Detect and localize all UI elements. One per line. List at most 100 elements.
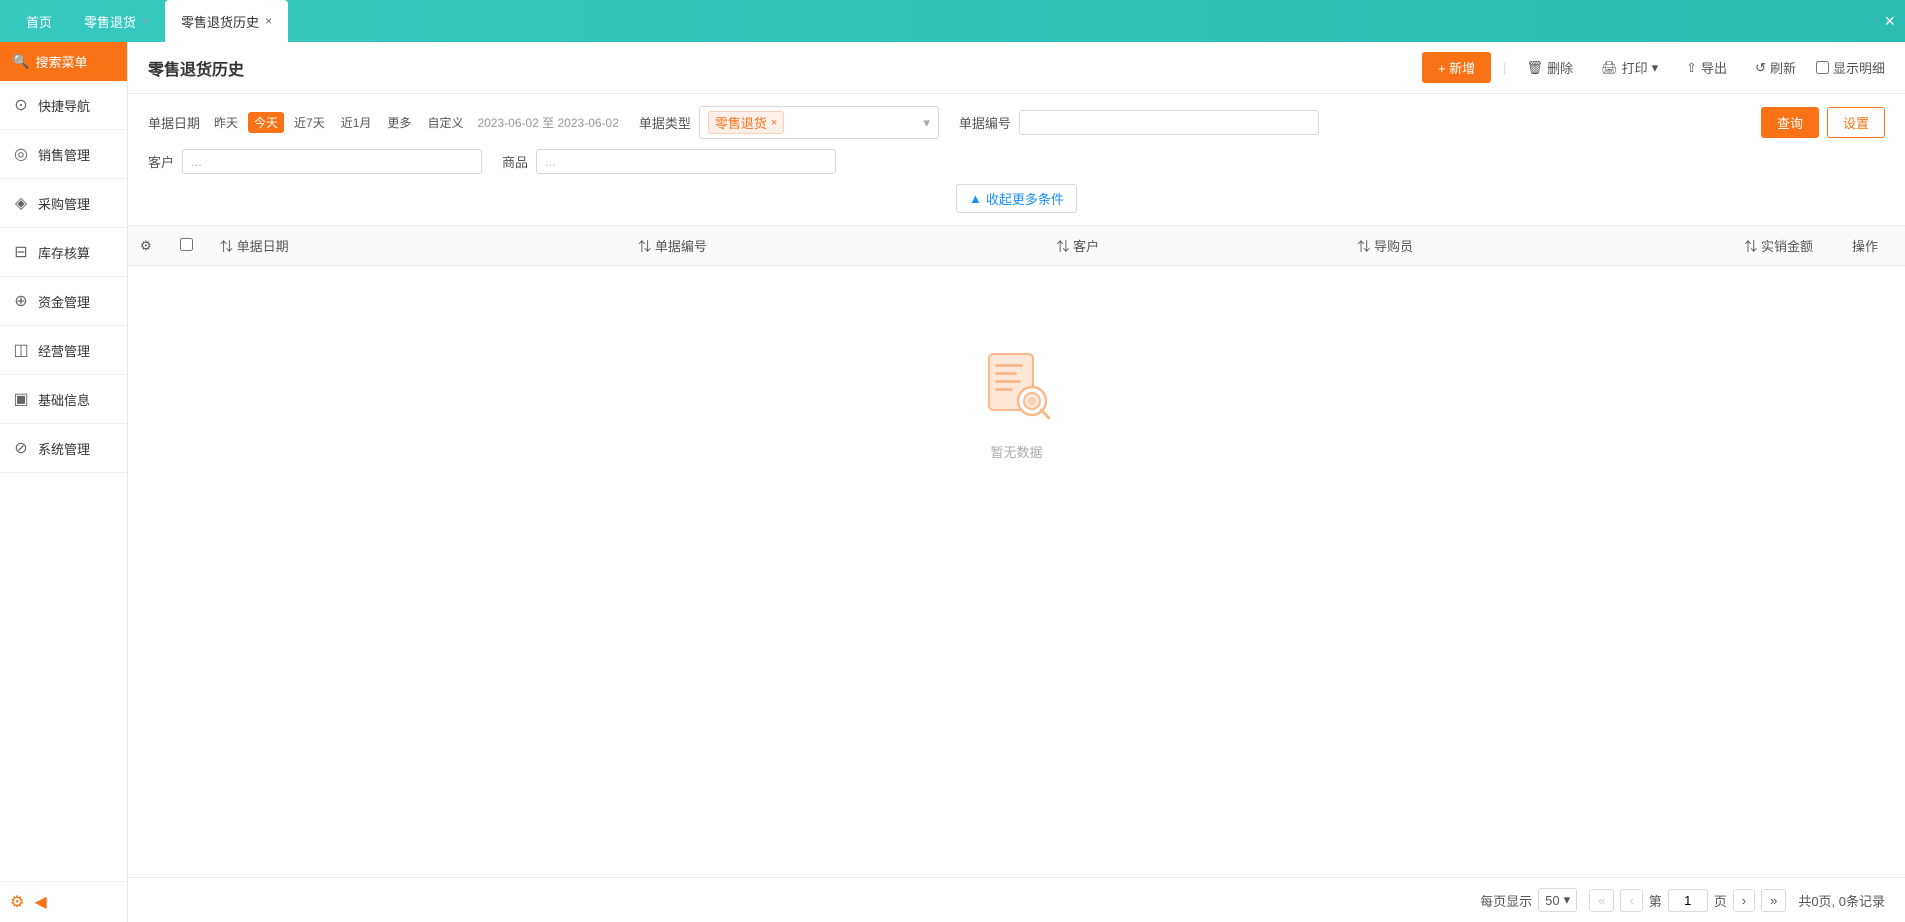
print-button[interactable]: 🖨 打印 ▾ bbox=[1593, 54, 1666, 81]
th-settings[interactable]: ⚙ bbox=[128, 226, 168, 266]
date-opt-more[interactable]: 更多 bbox=[381, 112, 417, 133]
per-page-value: 50 bbox=[1545, 893, 1559, 908]
print-icon: 🖨 bbox=[1601, 60, 1618, 76]
main-layout: 🔍 搜索菜单 ⊙ 快捷导航 ◎ 销售管理 ◈ 采购管理 ⊟ 库存核算 ⊕ 资金管… bbox=[0, 42, 1905, 922]
empty-icon bbox=[977, 346, 1057, 426]
inventory-icon: ⊟ bbox=[12, 242, 30, 262]
sidebar-item-sys-mgmt[interactable]: ⊘ 系统管理 bbox=[0, 424, 127, 473]
sidebar-item-purchase-mgmt-label: 采购管理 bbox=[38, 194, 90, 213]
per-page-label: 每页显示 bbox=[1480, 891, 1532, 910]
th-checkbox[interactable] bbox=[168, 226, 208, 266]
th-customer-label: ⇅ 客户 bbox=[1057, 239, 1100, 254]
pagination-bar: 每页显示 50 ▾ « ‹ 第 页 › » 共0页, 0条记录 bbox=[128, 877, 1905, 922]
sidebar-item-quick-nav[interactable]: ⊙ 快捷导航 bbox=[0, 81, 127, 130]
sidebar-item-quick-nav-label: 快捷导航 bbox=[38, 96, 90, 115]
sidebar-toggle-button[interactable]: ◀ bbox=[34, 892, 46, 912]
filter-row-2: 客户 商品 bbox=[148, 149, 1885, 174]
show-detail-checkbox-label[interactable]: 显示明细 bbox=[1816, 58, 1885, 77]
sidebar-item-sales-mgmt[interactable]: ◎ 销售管理 bbox=[0, 130, 127, 179]
sidebar-item-finance-mgmt-label: 资金管理 bbox=[38, 292, 90, 311]
sidebar-search[interactable]: 🔍 搜索菜单 bbox=[0, 42, 127, 81]
show-detail-checkbox[interactable] bbox=[1816, 61, 1829, 74]
page-number-input[interactable] bbox=[1668, 889, 1708, 912]
sidebar-item-sales-mgmt-label: 销售管理 bbox=[38, 145, 90, 164]
delete-button[interactable]: 🗑 删除 bbox=[1519, 54, 1582, 81]
select-all-checkbox[interactable] bbox=[180, 238, 193, 251]
print-chevron-icon: ▾ bbox=[1652, 60, 1659, 76]
goods-filter: 商品 bbox=[502, 149, 836, 174]
page-last-button[interactable]: » bbox=[1761, 889, 1786, 912]
date-filter: 单据日期 昨天 今天 近7天 近1月 更多 自定义 2023-06-02 至 2… bbox=[148, 112, 619, 133]
sidebar: 🔍 搜索菜单 ⊙ 快捷导航 ◎ 销售管理 ◈ 采购管理 ⊟ 库存核算 ⊕ 资金管… bbox=[0, 42, 128, 922]
customer-filter: 客户 bbox=[148, 149, 482, 174]
new-button[interactable]: + 新增 bbox=[1422, 52, 1491, 83]
customer-filter-label: 客户 bbox=[148, 152, 174, 171]
filter-area: 单据日期 昨天 今天 近7天 近1月 更多 自定义 2023-06-02 至 2… bbox=[128, 94, 1905, 226]
basic-icon: ▣ bbox=[12, 389, 30, 409]
collapse-label: 收起更多条件 bbox=[986, 189, 1064, 208]
th-doc-no-label: ⇅ 单据编号 bbox=[638, 239, 707, 254]
export-button[interactable]: ⇧ 导出 bbox=[1678, 54, 1735, 81]
date-range-value: 2023-06-02 至 2023-06-02 bbox=[477, 114, 618, 131]
doc-type-tag-remove[interactable]: × bbox=[771, 117, 777, 129]
date-opt-custom[interactable]: 自定义 bbox=[421, 112, 469, 133]
data-table: ⚙ ⇅ 单据日期 ⇅ 单据编号 ⇅ 客户 bbox=[128, 226, 1905, 541]
sidebar-item-basic-info[interactable]: ▣ 基础信息 bbox=[0, 375, 127, 424]
th-action-label: 操作 bbox=[1852, 239, 1878, 254]
window-close-button[interactable]: × bbox=[1884, 11, 1895, 32]
tab-return-label: 零售退货 bbox=[84, 12, 136, 31]
tab-return-history-close[interactable]: × bbox=[265, 14, 272, 28]
collapse-icon: ▲ bbox=[969, 191, 982, 206]
date-opt-yesterday[interactable]: 昨天 bbox=[208, 112, 244, 133]
collapse-filter-button[interactable]: ▲ 收起更多条件 bbox=[956, 184, 1077, 213]
sidebar-item-ops-mgmt[interactable]: ◫ 经营管理 bbox=[0, 326, 127, 375]
tab-return[interactable]: 零售退货 × bbox=[68, 0, 165, 42]
sidebar-item-finance-mgmt[interactable]: ⊕ 资金管理 bbox=[0, 277, 127, 326]
sidebar-settings-button[interactable]: ⚙ bbox=[10, 892, 24, 912]
empty-text: 暂无数据 bbox=[990, 442, 1042, 461]
content-area: 零售退货历史 + 新增 | 🗑 删除 🖨 打印 ▾ ⇧ 导出 ↺ bbox=[128, 42, 1905, 922]
th-guide[interactable]: ⇅ 导购员 bbox=[1345, 226, 1705, 266]
sidebar-bottom: ⚙ ◀ bbox=[0, 881, 127, 922]
show-detail-label: 显示明细 bbox=[1833, 58, 1885, 77]
page-prev-button[interactable]: ‹ bbox=[1620, 889, 1642, 912]
goods-input[interactable] bbox=[536, 149, 836, 174]
page-first-button[interactable]: « bbox=[1589, 889, 1614, 912]
doc-type-label: 单据类型 bbox=[639, 113, 691, 132]
refresh-label: 刷新 bbox=[1770, 58, 1796, 77]
sidebar-item-inventory[interactable]: ⊟ 库存核算 bbox=[0, 228, 127, 277]
sidebar-item-basic-info-label: 基础信息 bbox=[38, 390, 90, 409]
sales-icon: ◎ bbox=[12, 144, 30, 164]
query-button[interactable]: 查询 bbox=[1761, 107, 1819, 138]
th-amount[interactable]: ⇅ 实销金额 bbox=[1705, 226, 1825, 266]
tab-home[interactable]: 首页 bbox=[10, 0, 68, 42]
date-opt-today[interactable]: 今天 bbox=[248, 112, 284, 133]
doc-type-tag-value: 零售退货 bbox=[715, 113, 767, 132]
doc-no-input[interactable] bbox=[1019, 110, 1319, 135]
date-opt-1month[interactable]: 近1月 bbox=[335, 112, 378, 133]
page-next-button[interactable]: › bbox=[1733, 889, 1755, 912]
page-unit: 页 bbox=[1714, 891, 1727, 910]
ops-icon: ◫ bbox=[12, 340, 30, 360]
th-doc-no[interactable]: ⇅ 单据编号 bbox=[626, 226, 1044, 266]
settings-button[interactable]: 设置 bbox=[1827, 107, 1885, 138]
tab-return-close[interactable]: × bbox=[142, 14, 149, 28]
th-doc-date[interactable]: ⇅ 单据日期 bbox=[208, 226, 626, 266]
finance-icon: ⊕ bbox=[12, 291, 30, 311]
customer-input[interactable] bbox=[182, 149, 482, 174]
topbar: 首页 零售退货 × 零售退货历史 × × bbox=[0, 0, 1905, 42]
per-page-select[interactable]: 50 ▾ bbox=[1538, 888, 1577, 912]
table-area: ⚙ ⇅ 单据日期 ⇅ 单据编号 ⇅ 客户 bbox=[128, 226, 1905, 877]
date-opt-7days[interactable]: 近7天 bbox=[288, 112, 331, 133]
sidebar-item-purchase-mgmt[interactable]: ◈ 采购管理 bbox=[0, 179, 127, 228]
doc-type-filter: 单据类型 零售退货 × ▾ bbox=[639, 106, 939, 139]
search-icon: 🔍 bbox=[12, 53, 29, 70]
delete-icon: 🗑 bbox=[1527, 60, 1544, 76]
th-customer[interactable]: ⇅ 客户 bbox=[1045, 226, 1346, 266]
refresh-button[interactable]: ↺ 刷新 bbox=[1747, 54, 1804, 81]
doc-type-select[interactable]: 零售退货 × ▾ bbox=[699, 106, 939, 139]
tab-return-history[interactable]: 零售退货历史 × bbox=[165, 0, 288, 42]
print-label: 打印 bbox=[1622, 58, 1648, 77]
tab-return-history-label: 零售退货历史 bbox=[181, 12, 259, 31]
empty-state: 暂无数据 bbox=[128, 266, 1905, 541]
